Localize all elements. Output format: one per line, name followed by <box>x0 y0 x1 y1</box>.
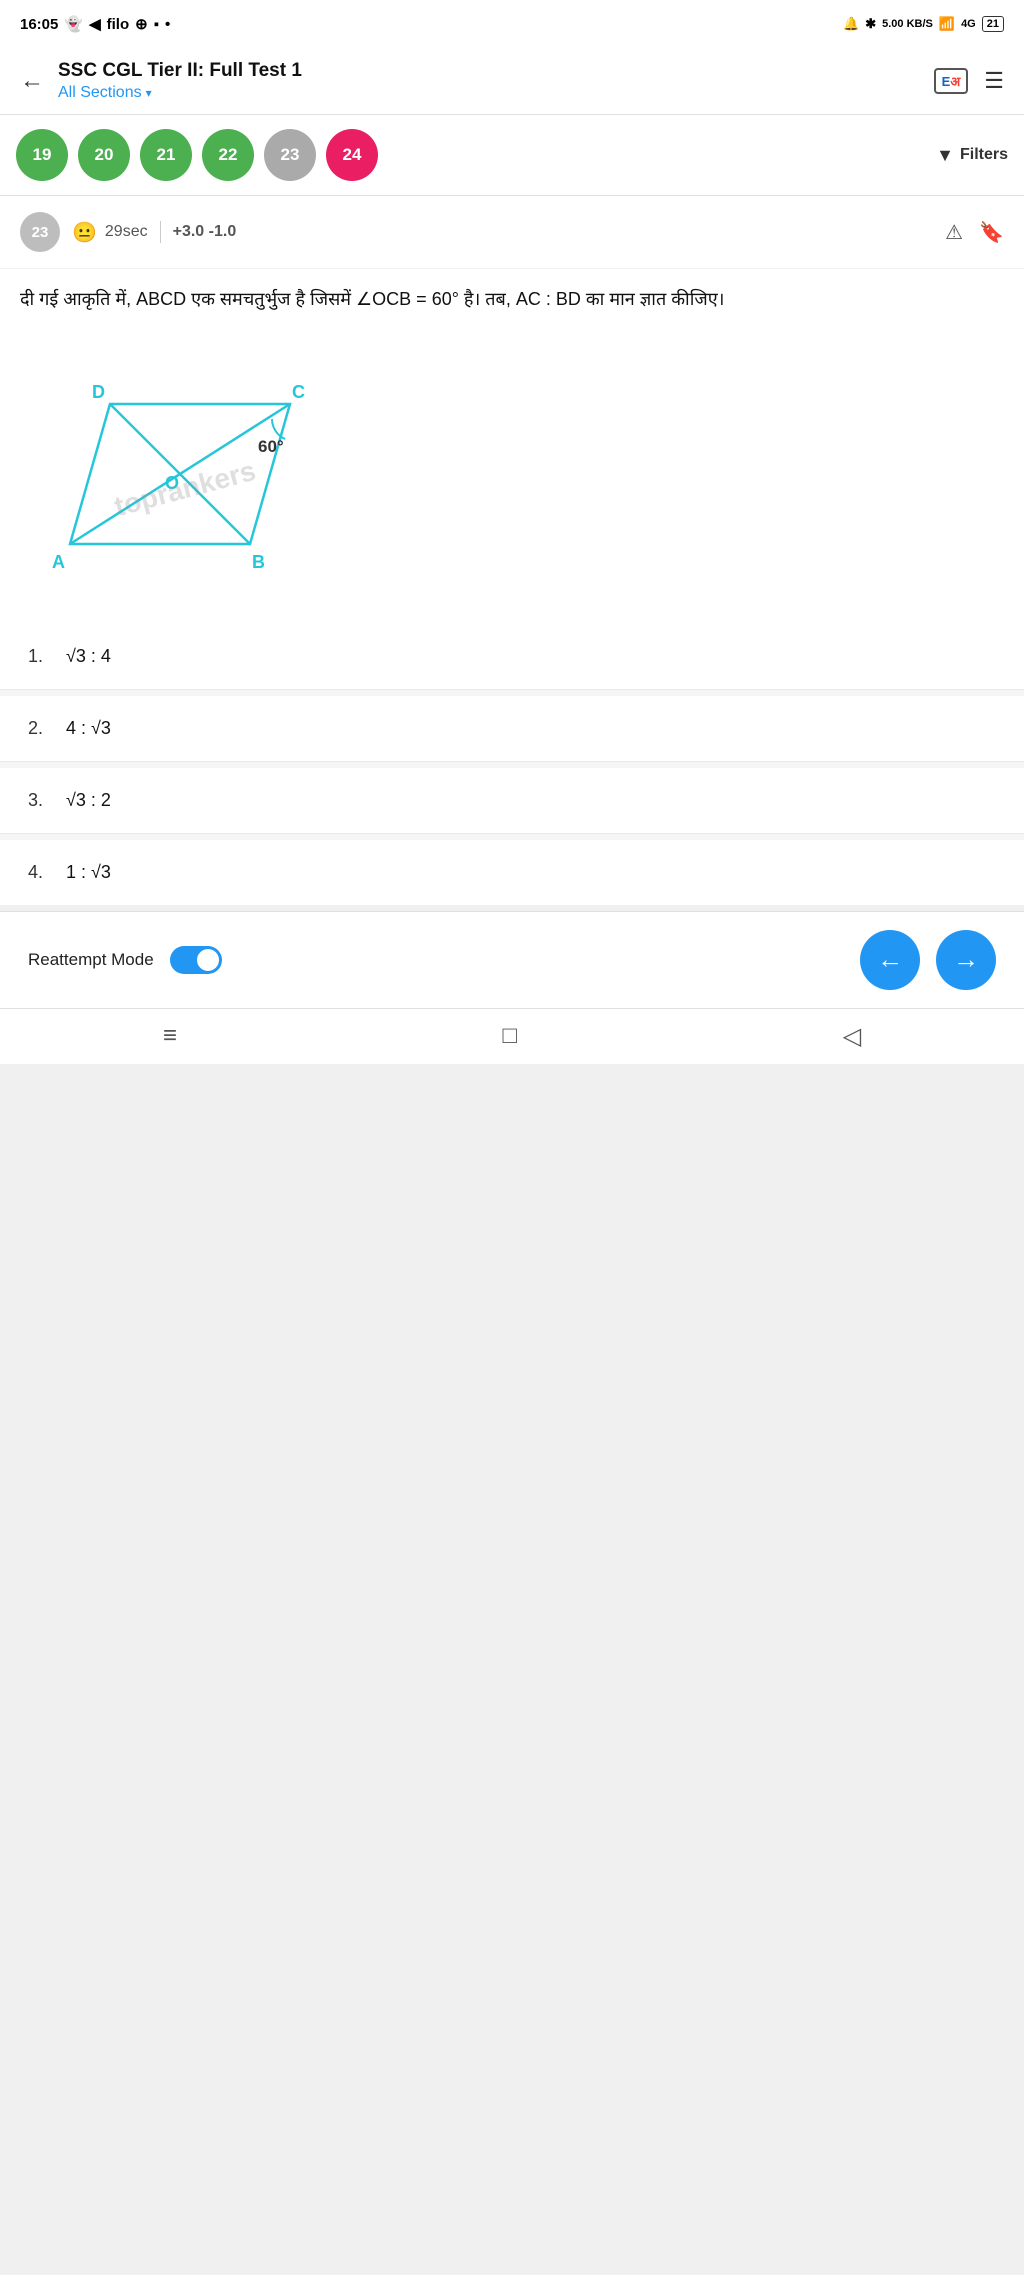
android-menu-icon[interactable]: ≡ <box>163 1022 177 1050</box>
q-nav-22[interactable]: 22 <box>202 129 254 181</box>
option-num-3: 3. <box>28 790 43 810</box>
reattempt-area: Reattempt Mode <box>28 946 222 974</box>
diagram-area: O 60° D C A B toprankers <box>0 314 1024 624</box>
toggle-knob <box>197 949 219 971</box>
next-icon: → <box>953 944 979 975</box>
prev-icon: ← <box>877 944 903 975</box>
status-screen-icon: ▪ <box>154 16 159 33</box>
status-globe-icon: ⊕ <box>135 15 148 33</box>
option-num-1: 1. <box>28 646 43 666</box>
chevron-down-icon: ▾ <box>146 86 152 100</box>
question-actions: ⚠ 🔖 <box>945 220 1004 245</box>
option-text-3: √3 : 2 <box>66 790 111 810</box>
bookmark-icon[interactable]: 🔖 <box>979 220 1004 245</box>
status-speed: 5.00 KB/S <box>882 18 933 30</box>
status-4g: 4G <box>961 18 976 30</box>
svg-text:C: C <box>292 382 305 402</box>
option-3[interactable]: 3. √3 : 2 <box>0 768 1024 834</box>
nav-buttons: ← → <box>860 930 996 990</box>
page-title: SSC CGL Tier II: Full Test 1 <box>58 60 920 82</box>
question-nav: 19 20 21 22 23 24 ▼ Filters <box>0 115 1024 196</box>
android-back-icon[interactable]: ◁ <box>843 1022 861 1051</box>
app-header: ← SSC CGL Tier II: Full Test 1 All Secti… <box>0 48 1024 115</box>
svg-text:60°: 60° <box>258 437 284 456</box>
reattempt-label: Reattempt Mode <box>28 950 154 970</box>
timer-text: 29sec <box>105 223 148 241</box>
android-nav: ≡ □ ◁ <box>0 1008 1024 1064</box>
menu-button[interactable]: ☰ <box>984 68 1004 94</box>
q-nav-23[interactable]: 23 <box>264 129 316 181</box>
lang-english: E <box>942 74 951 89</box>
q-nav-21[interactable]: 21 <box>140 129 192 181</box>
svg-text:B: B <box>252 552 265 572</box>
option-text-4: 1 : √3 <box>66 862 111 882</box>
question-number-badge: 23 <box>20 212 60 252</box>
option-num-4: 4. <box>28 862 43 882</box>
section-selector[interactable]: All Sections ▾ <box>58 84 920 102</box>
prev-button[interactable]: ← <box>860 930 920 990</box>
status-filo: filo <box>107 16 130 33</box>
reattempt-toggle[interactable] <box>170 946 222 974</box>
question-header: 23 😐 29sec +3.0 -1.0 ⚠ 🔖 <box>0 196 1024 269</box>
back-button[interactable]: ← <box>20 67 44 95</box>
divider <box>160 221 161 243</box>
question-area: 23 😐 29sec +3.0 -1.0 ⚠ 🔖 दी गई आकृति में… <box>0 196 1024 624</box>
option-text-2: 4 : √3 <box>66 718 111 738</box>
svg-text:A: A <box>52 552 65 572</box>
status-bell: 🔔 <box>843 16 859 32</box>
option-2[interactable]: 2. 4 : √3 <box>0 696 1024 762</box>
status-right: 🔔 ✱ 5.00 KB/S 📶 4G 21 <box>843 16 1004 32</box>
option-4[interactable]: 4. 1 : √3 <box>0 840 1024 905</box>
status-signal: 📶 <box>939 16 955 32</box>
filter-icon: ▼ <box>936 145 954 166</box>
next-button[interactable]: → <box>936 930 996 990</box>
header-title-area: SSC CGL Tier II: Full Test 1 All Section… <box>58 60 920 102</box>
android-home-icon[interactable]: □ <box>503 1022 518 1050</box>
option-1[interactable]: 1. √3 : 4 <box>0 624 1024 690</box>
question-text: दी गई आकृति में, ABCD एक समचतुर्भुज है ज… <box>0 269 1024 314</box>
rhombus-diagram: O 60° D C A B toprankers <box>10 324 330 604</box>
status-nav-icon: ◀ <box>89 15 101 33</box>
status-bt: ✱ <box>865 16 876 32</box>
alert-icon[interactable]: ⚠ <box>945 220 963 245</box>
status-bar: 16:05 👻 ◀ filo ⊕ ▪ • 🔔 ✱ 5.00 KB/S 📶 4G … <box>0 0 1024 48</box>
q-nav-20[interactable]: 20 <box>78 129 130 181</box>
bottom-bar: Reattempt Mode ← → <box>0 911 1024 1008</box>
timer-area: 😐 29sec <box>72 220 148 245</box>
lang-hindi: अ <box>950 72 960 90</box>
q-nav-24[interactable]: 24 <box>326 129 378 181</box>
language-toggle[interactable]: E अ <box>934 68 969 94</box>
header-icons: E अ ☰ <box>934 68 1004 94</box>
filters-button[interactable]: ▼ Filters <box>936 145 1008 166</box>
svg-text:D: D <box>92 382 105 402</box>
status-left: 16:05 👻 ◀ filo ⊕ ▪ • <box>20 15 170 33</box>
status-ghost-icon: 👻 <box>64 15 83 33</box>
q-nav-19[interactable]: 19 <box>16 129 68 181</box>
filters-label: Filters <box>960 146 1008 164</box>
section-label: All Sections <box>58 84 142 102</box>
score-text: +3.0 -1.0 <box>173 223 237 241</box>
status-battery-label: 21 <box>982 16 1004 32</box>
status-dot: • <box>165 16 170 33</box>
svg-text:toprankers: toprankers <box>111 455 259 522</box>
option-text-1: √3 : 4 <box>66 646 111 666</box>
timer-face-icon: 😐 <box>72 220 97 245</box>
status-time: 16:05 <box>20 16 58 33</box>
option-num-2: 2. <box>28 718 43 738</box>
options-area: 1. √3 : 4 2. 4 : √3 3. √3 : 2 4. 1 : √3 <box>0 624 1024 905</box>
